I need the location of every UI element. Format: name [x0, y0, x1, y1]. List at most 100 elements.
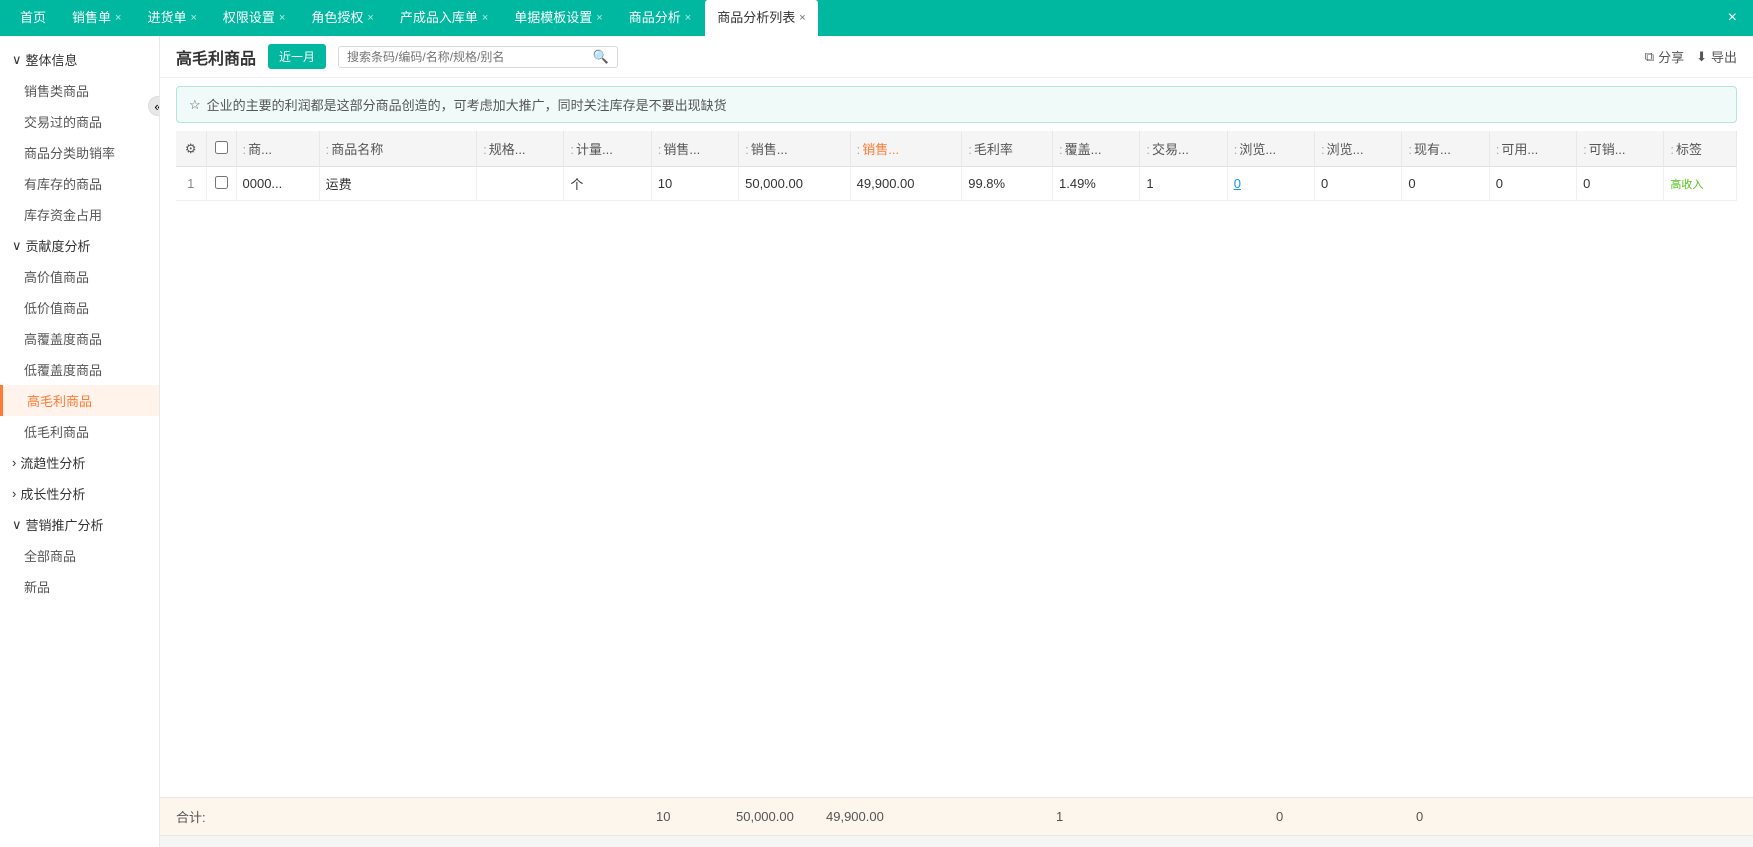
sidebar-item-stock-capital[interactable]: 库存资金占用	[0, 199, 159, 230]
content-header: 高毛利商品 近一月 🔍 ⧉ 分享 ⬇ 导出	[160, 36, 1753, 78]
sidebar-group-general[interactable]: ∨ 整体信息	[0, 44, 159, 75]
footer-available1: 0	[1276, 809, 1346, 824]
sidebar-item-sales-goods[interactable]: 销售类商品	[0, 75, 159, 106]
sidebar-item-new-goods[interactable]: 新品	[0, 571, 159, 602]
col-unit[interactable]: 计量...	[564, 131, 651, 167]
row-checkbox[interactable]	[215, 176, 228, 189]
nav-tab-template[interactable]: 单据模板设置 ×	[502, 0, 614, 36]
row-sales-amount: 50,000.00	[739, 167, 851, 201]
sidebar-group-growth[interactable]: › 成长性分析	[0, 478, 159, 509]
col-sales-count[interactable]: 销售...	[651, 131, 738, 167]
sidebar-item-low-value[interactable]: 低价值商品	[0, 292, 159, 323]
row-sales-count: 10	[651, 167, 738, 201]
header-actions: ⧉ 分享 ⬇ 导出	[1645, 47, 1737, 66]
close-sales-tab[interactable]: ×	[115, 0, 121, 36]
main-layout: « ∨ 整体信息 销售类商品 交易过的商品 商品分类助销率 有库存的商品 库存资…	[0, 36, 1753, 847]
top-nav: 首页 销售单 × 进货单 × 权限设置 × 角色授权 × 产成品入库单 × 单据…	[0, 0, 1753, 36]
nav-tab-role[interactable]: 角色授权 ×	[299, 0, 385, 36]
filter-recent-month-btn[interactable]: 近一月	[268, 44, 326, 69]
nav-tab-purchase[interactable]: 进货单 ×	[135, 0, 208, 36]
col-available2[interactable]: 可用...	[1489, 131, 1576, 167]
row-checkbox-cell[interactable]	[206, 167, 236, 201]
row-sellable: 0	[1577, 167, 1664, 201]
col-tag[interactable]: 标签	[1664, 131, 1737, 167]
content-area: 高毛利商品 近一月 🔍 ⧉ 分享 ⬇ 导出 ☆ 企业的主要的利润都是这部分商品创…	[160, 36, 1753, 847]
row-gross-rate: 99.8%	[962, 167, 1053, 201]
share-btn[interactable]: ⧉ 分享	[1645, 47, 1684, 66]
chevron-down-icon: ∨	[12, 52, 22, 68]
bottom-scrollbar[interactable]	[160, 835, 1753, 847]
col-sales-amount[interactable]: 销售...	[739, 131, 851, 167]
row-browse1[interactable]: 0	[1227, 167, 1314, 201]
sidebar-item-high-coverage[interactable]: 高覆盖度商品	[0, 323, 159, 354]
sidebar-group-marketing[interactable]: ∨ 营销推广分析	[0, 509, 159, 540]
col-browse2[interactable]: 浏览...	[1315, 131, 1402, 167]
row-code: 0000...	[236, 167, 319, 201]
search-icon[interactable]: 🔍	[593, 49, 609, 65]
sidebar-item-traded-goods[interactable]: 交易过的商品	[0, 106, 159, 137]
close-analysis-list-tab[interactable]: ×	[799, 0, 805, 36]
row-index: 1	[176, 167, 206, 201]
sidebar-item-high-value[interactable]: 高价值商品	[0, 261, 159, 292]
data-table: ⚙ 商... 商品名称 规格... 计量... 销售... 销售... 销售..…	[176, 131, 1737, 201]
search-input[interactable]	[347, 50, 593, 64]
chevron-right-icon-2: ›	[12, 486, 16, 501]
nav-tab-analysis[interactable]: 商品分析 ×	[617, 0, 703, 36]
close-product-in-tab[interactable]: ×	[482, 0, 488, 36]
col-available1[interactable]: 现有...	[1402, 131, 1489, 167]
row-browse2: 0	[1315, 167, 1402, 201]
footer-sales-profit: 49,900.00	[826, 809, 916, 824]
sidebar-item-low-coverage[interactable]: 低覆盖度商品	[0, 354, 159, 385]
nav-tab-sales[interactable]: 销售单 ×	[60, 0, 133, 36]
sidebar-item-high-margin[interactable]: 高毛利商品	[0, 385, 159, 416]
info-banner: ☆ 企业的主要的利润都是这部分商品创造的，可考虑加大推广，同时关注库存是不要出现…	[176, 86, 1737, 123]
sidebar-group-trend[interactable]: › 流趋性分析	[0, 447, 159, 478]
col-checkbox[interactable]	[206, 131, 236, 167]
export-btn[interactable]: ⬇ 导出	[1696, 47, 1737, 66]
col-transaction[interactable]: 交易...	[1140, 131, 1227, 167]
footer-sellable: 0	[1416, 809, 1486, 824]
page-title: 高毛利商品	[176, 45, 256, 69]
nav-tab-permission[interactable]: 权限设置 ×	[211, 0, 297, 36]
close-purchase-tab[interactable]: ×	[190, 0, 196, 36]
footer-sales-amount: 50,000.00	[736, 809, 826, 824]
sidebar-item-low-margin[interactable]: 低毛利商品	[0, 416, 159, 447]
chevron-down-icon-3: ∨	[12, 517, 22, 533]
close-analysis-tab[interactable]: ×	[685, 0, 691, 36]
table-row: 1 0000... 运费 个 10 50,000.00 49,900.00 99…	[176, 167, 1737, 201]
row-unit: 个	[564, 167, 651, 201]
col-sellable[interactable]: 可销...	[1577, 131, 1664, 167]
close-role-tab[interactable]: ×	[367, 0, 373, 36]
col-settings[interactable]: ⚙	[176, 131, 206, 167]
close-window-btn[interactable]: ×	[1720, 9, 1745, 27]
row-sales-profit: 49,900.00	[850, 167, 962, 201]
close-template-tab[interactable]: ×	[596, 0, 602, 36]
total-label: 合计:	[176, 807, 296, 826]
col-spec[interactable]: 规格...	[477, 131, 564, 167]
star-icon: ☆	[189, 97, 201, 113]
sidebar-item-all-goods[interactable]: 全部商品	[0, 540, 159, 571]
select-all-checkbox[interactable]	[215, 141, 228, 154]
col-coverage[interactable]: 覆盖...	[1053, 131, 1140, 167]
table-container: ⚙ 商... 商品名称 规格... 计量... 销售... 销售... 销售..…	[160, 131, 1753, 797]
footer-total: 合计: 10 50,000.00 49,900.00 1 0 0	[160, 797, 1753, 835]
chevron-right-icon: ›	[12, 455, 16, 470]
row-available1: 0	[1402, 167, 1489, 201]
export-icon: ⬇	[1696, 49, 1707, 65]
row-transaction: 1	[1140, 167, 1227, 201]
row-spec	[477, 167, 564, 201]
sidebar-item-stocked-goods[interactable]: 有库存的商品	[0, 168, 159, 199]
nav-tab-home[interactable]: 首页	[8, 0, 58, 36]
col-sales-profit[interactable]: 销售...	[850, 131, 962, 167]
sidebar-item-category-rate[interactable]: 商品分类助销率	[0, 137, 159, 168]
close-permission-tab[interactable]: ×	[279, 0, 285, 36]
col-gross-rate[interactable]: 毛利率	[962, 131, 1053, 167]
col-code[interactable]: 商...	[236, 131, 319, 167]
col-browse1[interactable]: 浏览...	[1227, 131, 1314, 167]
sidebar-group-contribution[interactable]: ∨ 贡献度分析	[0, 230, 159, 261]
chevron-down-icon-2: ∨	[12, 238, 22, 254]
row-name: 运费	[319, 167, 476, 201]
col-name[interactable]: 商品名称	[319, 131, 476, 167]
nav-tab-product-in[interactable]: 产成品入库单 ×	[388, 0, 500, 36]
nav-tab-analysis-list[interactable]: 商品分析列表 ×	[705, 0, 817, 36]
